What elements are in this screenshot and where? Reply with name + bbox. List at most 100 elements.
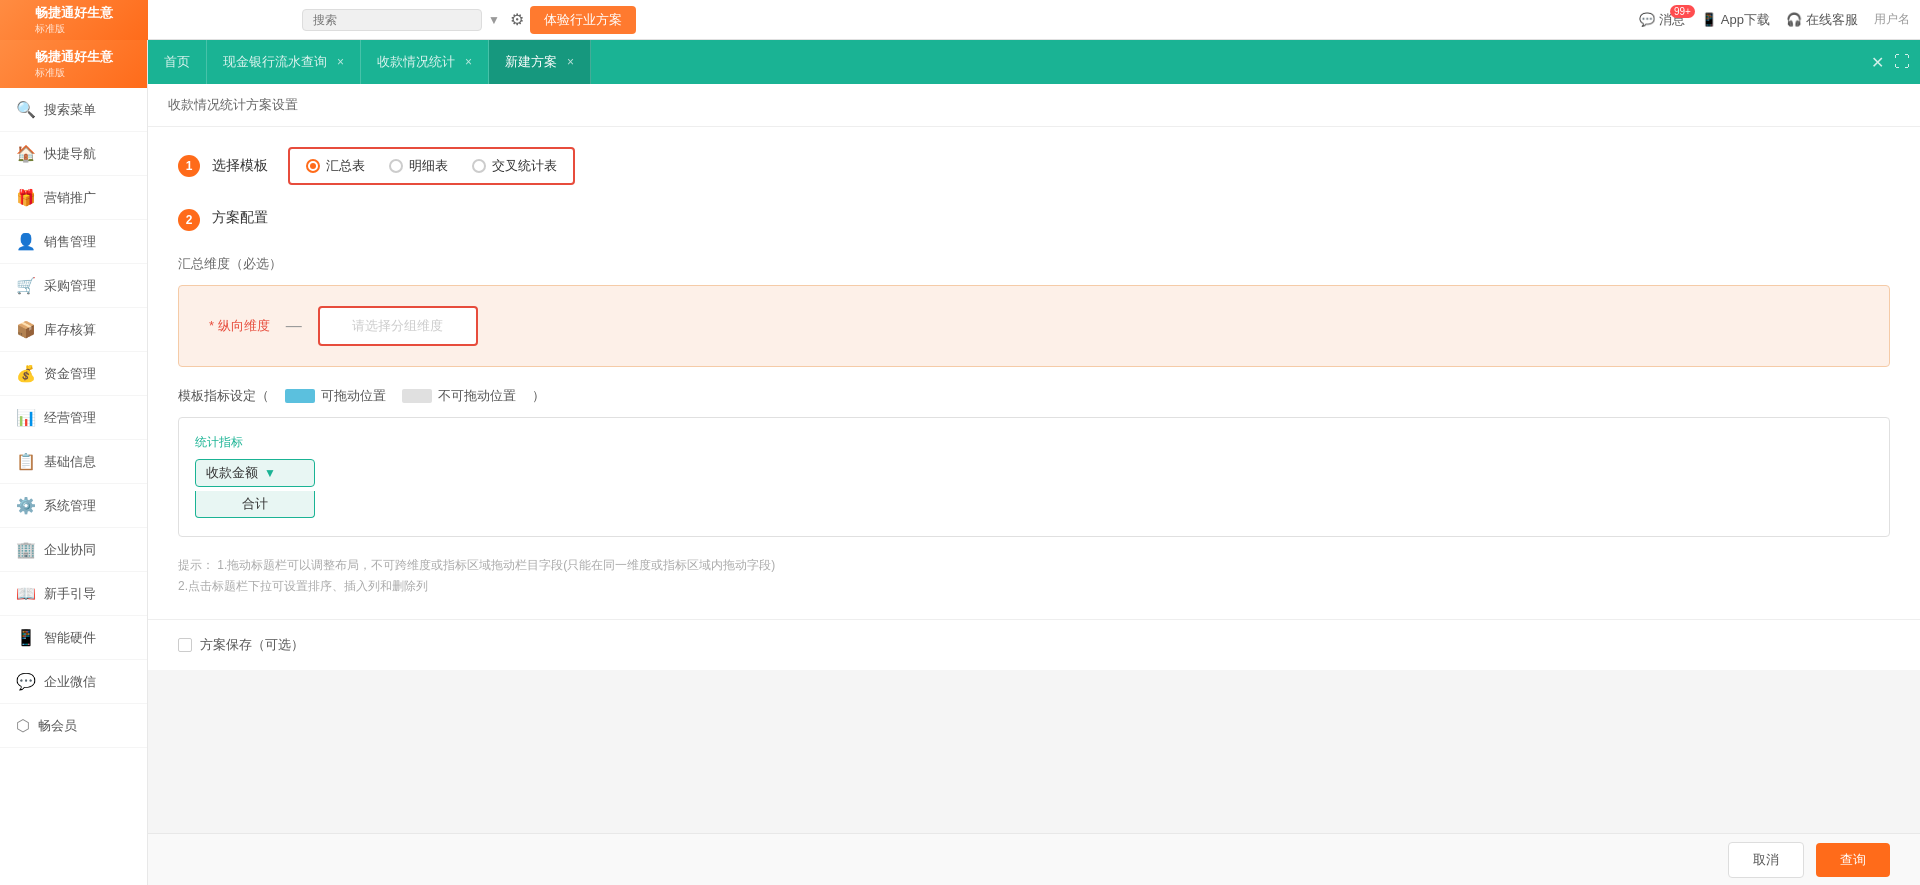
sidebar-item-label: 资金管理 bbox=[44, 365, 96, 383]
sidebar-item-label: 智能硬件 bbox=[44, 629, 96, 647]
sidebar-item-operation[interactable]: 📊 经营管理 bbox=[0, 396, 147, 440]
tab-close-bank-flow[interactable]: × bbox=[337, 55, 344, 69]
indicator-chip-block: 收款金额 ▼ 合计 bbox=[195, 459, 315, 518]
radio-summary[interactable]: 汇总表 bbox=[306, 157, 365, 175]
sidebar-item-quick-nav[interactable]: 🏠 快捷导航 bbox=[0, 132, 147, 176]
toggle-fixed: 不可拖动位置 bbox=[402, 387, 516, 405]
step2-badge: 2 bbox=[178, 209, 200, 231]
sidebar-item-basic[interactable]: 📋基础信息 bbox=[0, 440, 147, 484]
search-input[interactable] bbox=[302, 9, 482, 31]
message-icon: 💬 bbox=[1639, 12, 1655, 27]
sidebar-logo-sub: 标准版 bbox=[35, 66, 113, 80]
sidebar-item-search-menu[interactable]: 🔍 搜索菜单 bbox=[0, 88, 147, 132]
top-bar: 畅捷通好生意 标准版 ▼ ⚙ 体验行业方案 💬 消息 99+ 📱 App下载 🎧… bbox=[0, 0, 1920, 40]
quick-nav-icon: 🏠 bbox=[16, 144, 36, 163]
enterprise-icon: 🏢 bbox=[16, 540, 36, 559]
tab-bank-flow[interactable]: 现金银行流水查询 × bbox=[207, 40, 361, 84]
main-content: 首页现金银行流水查询×收款情况统计×新建方案× ✕ ⛶ 收款情况统计方案设置 1… bbox=[148, 40, 1920, 885]
query-button[interactable]: 查询 bbox=[1816, 843, 1890, 877]
guide-icon: 📖 bbox=[16, 584, 36, 603]
sidebar-item-label: 新手引导 bbox=[44, 585, 96, 603]
step1-badge: 1 bbox=[178, 155, 200, 177]
sidebar-item-finance[interactable]: 💰资金管理 bbox=[0, 352, 147, 396]
top-bar-right: 💬 消息 99+ 📱 App下载 🎧 在线客服 用户名 bbox=[1639, 11, 1910, 29]
sidebar-item-enterprise[interactable]: 🏢企业协同 bbox=[0, 528, 147, 572]
sidebar-item-label: 销售管理 bbox=[44, 233, 96, 251]
operation-icon: 📊 bbox=[16, 408, 36, 427]
app-download-btn[interactable]: 📱 App下载 bbox=[1701, 11, 1770, 29]
form-section: 1 选择模板 汇总表 明细表 交叉统计表 bbox=[148, 127, 1920, 619]
sidebar-item-marketing[interactable]: 🎁营销推广 bbox=[0, 176, 147, 220]
logo-area: 畅捷通好生意 标准版 bbox=[0, 0, 148, 40]
sidebar-item-wechat[interactable]: 💬企业微信 bbox=[0, 660, 147, 704]
step1-row: 1 选择模板 汇总表 明细表 交叉统计表 bbox=[178, 147, 1890, 185]
tab-collection-stats[interactable]: 收款情况统计× bbox=[361, 40, 489, 84]
dimension-arrow-icon: — bbox=[286, 317, 302, 335]
radio-cross-btn[interactable] bbox=[472, 159, 486, 173]
sidebar-item-label: 企业微信 bbox=[44, 673, 96, 691]
tab-home[interactable]: 首页 bbox=[148, 40, 207, 84]
sidebar-item-purchase[interactable]: 🛒采购管理 bbox=[0, 264, 147, 308]
sidebar-item-label: 畅会员 bbox=[38, 717, 77, 735]
sidebar-item-label: 搜索菜单 bbox=[44, 101, 96, 119]
sidebar-item-member[interactable]: ⬡ 畅会员 bbox=[0, 704, 147, 748]
sidebar-items: 🔍 搜索菜单 🏠 快捷导航 🎁营销推广 👤 销售管理 🛒采购管理📦库存核算💰资金管理 📊 经营管理… bbox=[0, 88, 147, 748]
dimension-selector[interactable]: 请选择分组维度 bbox=[318, 306, 478, 346]
hardware-icon: 📱 bbox=[16, 628, 36, 647]
sidebar-item-label: 基础信息 bbox=[44, 453, 96, 471]
stats-indicator-title: 统计指标 bbox=[195, 434, 1873, 451]
sidebar-item-hardware[interactable]: 📱 智能硬件 bbox=[0, 616, 147, 660]
gear-icon[interactable]: ⚙ bbox=[510, 10, 524, 29]
step2-label: 方案配置 bbox=[212, 209, 268, 227]
hint-2: 2.点击标题栏下拉可设置排序、插入列和删除列 bbox=[178, 578, 1890, 595]
sidebar: 畅捷通好生意 标准版 🔍搜索菜单🏠快捷导航🎁营销推广👤销售管理🛒采购管理📦库存核… bbox=[0, 40, 148, 885]
maximize-btn[interactable]: ⛶ bbox=[1894, 53, 1910, 71]
page-header: 收款情况统计方案设置 bbox=[148, 84, 1920, 127]
sidebar-item-guide[interactable]: 📖 新手引导 bbox=[0, 572, 147, 616]
step2-row: 2 方案配置 bbox=[178, 209, 1890, 231]
close-window-btn[interactable]: ✕ bbox=[1871, 53, 1884, 72]
sidebar-item-system[interactable]: ⚙️系统管理 bbox=[0, 484, 147, 528]
industry-btn[interactable]: 体验行业方案 bbox=[530, 6, 636, 34]
tab-close-new-plan[interactable]: × bbox=[567, 55, 574, 69]
message-badge: 99+ bbox=[1670, 5, 1695, 18]
tab-bar: 首页现金银行流水查询×收款情况统计×新建方案× ✕ ⛶ bbox=[148, 40, 1920, 84]
save-checkbox[interactable] bbox=[178, 638, 192, 652]
search-menu-icon: 🔍 bbox=[16, 100, 36, 119]
sales-icon: 👤 bbox=[16, 232, 36, 251]
sidebar-item-label: 采购管理 bbox=[44, 277, 96, 295]
radio-summary-btn[interactable] bbox=[306, 159, 320, 173]
sidebar-item-label: 系统管理 bbox=[44, 497, 96, 515]
save-label: 方案保存（可选） bbox=[200, 636, 304, 654]
radio-detail-btn[interactable] bbox=[389, 159, 403, 173]
cancel-button[interactable]: 取消 bbox=[1728, 842, 1804, 878]
user-name: 用户名 bbox=[1874, 11, 1910, 28]
radio-cross-label: 交叉统计表 bbox=[492, 157, 557, 175]
sidebar-item-label: 快捷导航 bbox=[44, 145, 96, 163]
toggle-draggable-box bbox=[285, 389, 315, 403]
dimension-row-label: * 纵向维度 bbox=[209, 317, 270, 335]
message-btn[interactable]: 💬 消息 99+ bbox=[1639, 11, 1685, 29]
sidebar-item-sales[interactable]: 👤 销售管理 bbox=[0, 220, 147, 264]
member-icon: ⬡ bbox=[16, 716, 30, 735]
tab-new-plan[interactable]: 新建方案 × bbox=[489, 40, 591, 84]
tab-label-bank-flow: 现金银行流水查询 bbox=[223, 53, 327, 71]
toggle-fixed-label: 不可拖动位置 bbox=[438, 387, 516, 405]
footer-bar: 取消 查询 bbox=[148, 833, 1920, 885]
sidebar-item-inventory[interactable]: 📦库存核算 bbox=[0, 308, 147, 352]
indicator-subtotal: 合计 bbox=[195, 491, 315, 518]
chevron-down-icon[interactable]: ▼ bbox=[488, 13, 500, 27]
chip-dropdown-icon[interactable]: ▼ bbox=[264, 466, 276, 480]
radio-summary-label: 汇总表 bbox=[326, 157, 365, 175]
tab-label-new-plan: 新建方案 bbox=[505, 53, 557, 71]
sidebar-item-label: 经营管理 bbox=[44, 409, 96, 427]
tab-close-collection-stats[interactable]: × bbox=[465, 55, 472, 69]
step1-label: 选择模板 bbox=[212, 157, 268, 175]
template-options: 汇总表 明细表 交叉统计表 bbox=[288, 147, 575, 185]
hint-1: 提示： 1.拖动标题栏可以调整布局，不可跨维度或指标区域拖动栏目字段(只能在同一… bbox=[178, 557, 1890, 574]
online-service-btn[interactable]: 🎧 在线客服 bbox=[1786, 11, 1858, 29]
collection-amount-chip[interactable]: 收款金额 ▼ bbox=[195, 459, 315, 487]
radio-cross[interactable]: 交叉统计表 bbox=[472, 157, 557, 175]
indicator-toggle: 模板指标设定（ 可拖动位置 不可拖动位置 ） bbox=[178, 387, 1890, 405]
radio-detail[interactable]: 明细表 bbox=[389, 157, 448, 175]
